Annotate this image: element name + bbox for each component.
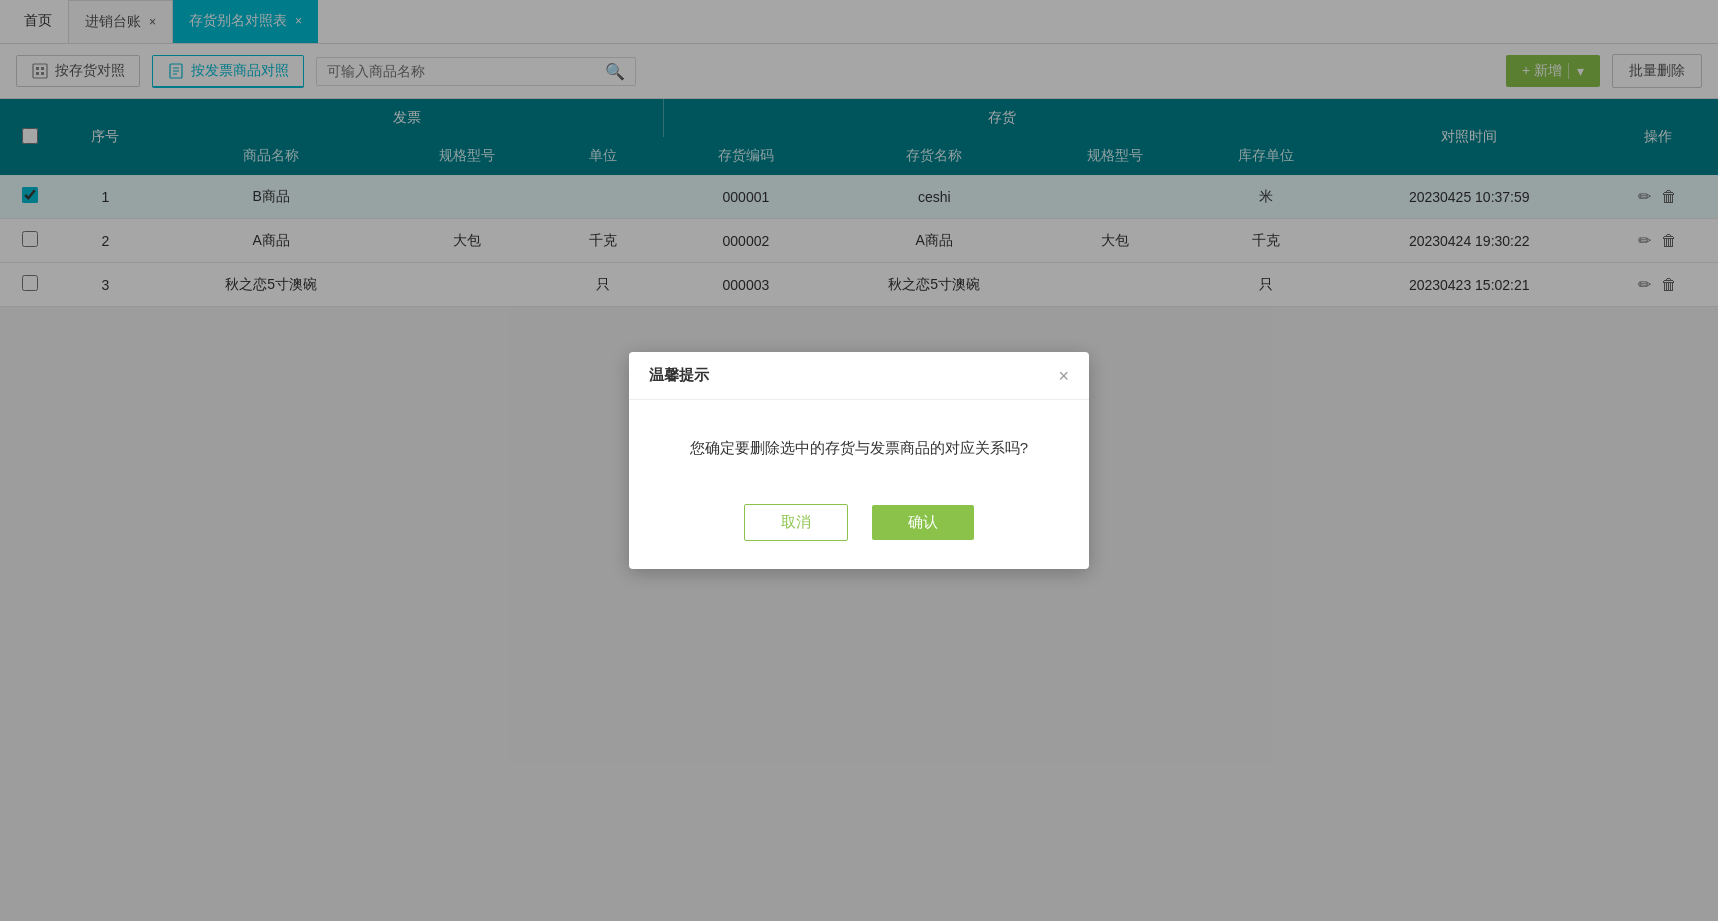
dialog-overlay: 温馨提示 × 您确定要删除选中的存货与发票商品的对应关系吗? 取消 确认 <box>0 0 1718 307</box>
